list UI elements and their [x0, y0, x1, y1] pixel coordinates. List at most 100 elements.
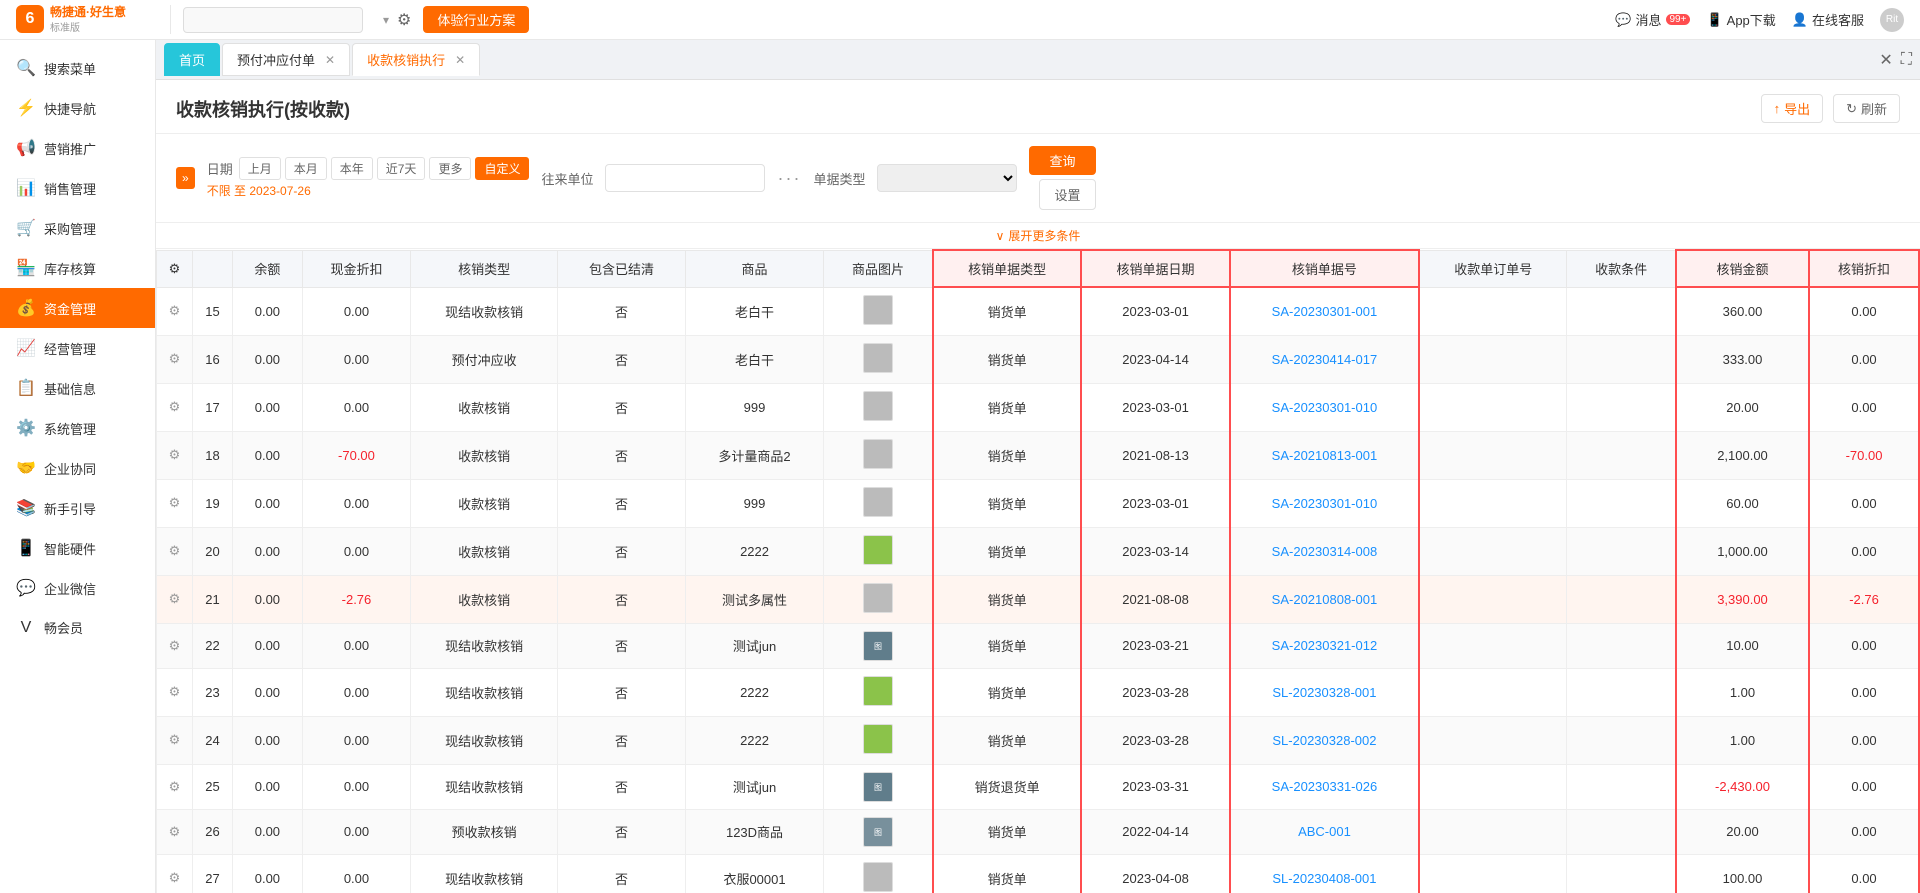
verify-doc-no-link[interactable]: SL-20230408-001: [1272, 871, 1376, 886]
cell-gear[interactable]: ⚙: [157, 716, 193, 764]
sidebar-item-operations[interactable]: 📈 经营管理: [0, 328, 155, 368]
cell-receipt-condition: [1567, 623, 1676, 668]
verify-doc-no-link[interactable]: SL-20230328-001: [1272, 685, 1376, 700]
cell-gear[interactable]: ⚙: [157, 668, 193, 716]
cell-verify-doc-no[interactable]: SL-20230328-002: [1230, 716, 1419, 764]
cell-verify-doc-no[interactable]: SA-20230414-017: [1230, 335, 1419, 383]
online-service-item[interactable]: 👤 在线客服: [1792, 10, 1864, 29]
col-balance: 余额: [233, 250, 303, 287]
sidebar-item-guide-label: 新手引导: [44, 499, 96, 518]
cell-verify-type: 收款核销: [411, 479, 558, 527]
cell-verify-doc-no[interactable]: SA-20230331-026: [1230, 764, 1419, 809]
cell-verify-doc-no[interactable]: SA-20230301-010: [1230, 479, 1419, 527]
sidebar-item-marketing[interactable]: 📢 营销推广: [0, 128, 155, 168]
verify-doc-no-link[interactable]: SA-20230321-012: [1272, 638, 1378, 653]
dropdown-icon[interactable]: ▾: [383, 13, 389, 27]
messages-item[interactable]: 💬 消息 99+: [1615, 10, 1690, 29]
sidebar-item-hardware[interactable]: 📱 智能硬件: [0, 528, 155, 568]
cell-gear[interactable]: ⚙: [157, 527, 193, 575]
sidebar-item-member[interactable]: V 畅会员: [0, 608, 155, 647]
tab-prepay-close[interactable]: ✕: [325, 53, 335, 67]
cell-verify-doc-no[interactable]: ABC-001: [1230, 809, 1419, 854]
top-search-input[interactable]: [183, 7, 363, 33]
cell-verify-discount: 0.00: [1809, 623, 1919, 668]
cell-verify-doc-no[interactable]: SA-20230321-012: [1230, 623, 1419, 668]
sidebar-item-collab[interactable]: 🤝 企业协同: [0, 448, 155, 488]
cell-gear[interactable]: ⚙: [157, 809, 193, 854]
cell-balance: 0.00: [233, 716, 303, 764]
filter-expand-arrow[interactable]: »: [176, 167, 195, 189]
industry-solution-button[interactable]: 体验行业方案: [423, 6, 529, 33]
cell-gear[interactable]: ⚙: [157, 335, 193, 383]
hardware-icon: 📱: [16, 538, 36, 558]
tab-verify-close[interactable]: ✕: [455, 53, 465, 67]
sidebar-item-sales[interactable]: 📊 销售管理: [0, 168, 155, 208]
cell-gear[interactable]: ⚙: [157, 854, 193, 893]
sidebar-item-basic[interactable]: 📋 基础信息: [0, 368, 155, 408]
date-btn-this-year[interactable]: 本年: [331, 157, 373, 180]
cell-product: 测试jun: [685, 764, 823, 809]
cell-verify-doc-no[interactable]: SA-20230301-010: [1230, 383, 1419, 431]
tab-close-all-button[interactable]: ✕: [1879, 50, 1892, 70]
date-btn-more[interactable]: 更多: [429, 157, 471, 180]
user-avatar[interactable]: Rit: [1880, 8, 1904, 32]
setting-button[interactable]: 设置: [1039, 179, 1095, 210]
tab-home[interactable]: 首页: [164, 43, 220, 76]
cell-verify-doc-type: 销货单: [933, 668, 1081, 716]
cell-gear[interactable]: ⚙: [157, 431, 193, 479]
verify-doc-no-link[interactable]: SA-20230414-017: [1272, 352, 1378, 367]
app-download-item[interactable]: 📱 App下载: [1706, 10, 1775, 29]
date-btn-last-month[interactable]: 上月: [239, 157, 281, 180]
export-button[interactable]: ↑ 导出: [1761, 94, 1824, 123]
sidebar-item-purchase[interactable]: 🛒 采购管理: [0, 208, 155, 248]
cell-verify-doc-no[interactable]: SA-20210813-001: [1230, 431, 1419, 479]
cell-gear[interactable]: ⚙: [157, 287, 193, 335]
tab-verify-label: 收款核销执行: [367, 50, 445, 69]
cell-gear[interactable]: ⚙: [157, 764, 193, 809]
date-btn-custom[interactable]: 自定义: [475, 157, 529, 180]
cell-seq: 15: [193, 287, 233, 335]
tab-prepay[interactable]: 预付冲应付单 ✕: [222, 43, 350, 76]
verify-doc-no-link[interactable]: SA-20230331-026: [1272, 779, 1378, 794]
cell-verify-doc-no[interactable]: SL-20230408-001: [1230, 854, 1419, 893]
cell-verify-doc-no[interactable]: SA-20230301-001: [1230, 287, 1419, 335]
cell-gear[interactable]: ⚙: [157, 575, 193, 623]
date-btn-7days[interactable]: 近7天: [377, 157, 426, 180]
sidebar-item-shortcut[interactable]: ⚡ 快捷导航: [0, 88, 155, 128]
tab-verify[interactable]: 收款核销执行 ✕: [352, 43, 480, 76]
refresh-icon: ↻: [1846, 101, 1857, 117]
sidebar-item-inventory[interactable]: 🏪 库存核算: [0, 248, 155, 288]
tab-fullscreen-button[interactable]: ⛶: [1901, 50, 1912, 70]
table-row: ⚙ 16 0.00 0.00 预付冲应收 否 老白干 销货单 2023-04-1…: [157, 335, 1920, 383]
sidebar-item-wechat[interactable]: 💬 企业微信: [0, 568, 155, 608]
cell-verify-doc-no[interactable]: SL-20230328-001: [1230, 668, 1419, 716]
settings-icon[interactable]: ⚙: [397, 10, 411, 30]
cell-seq: 23: [193, 668, 233, 716]
sidebar-item-finance[interactable]: 💰 资金管理: [0, 288, 155, 328]
sidebar-item-operations-label: 经营管理: [44, 339, 96, 358]
verify-doc-no-link[interactable]: SL-20230328-002: [1272, 733, 1376, 748]
verify-doc-no-link[interactable]: SA-20230301-010: [1272, 496, 1378, 511]
verify-doc-no-link[interactable]: SA-20230301-010: [1272, 400, 1378, 415]
cell-gear[interactable]: ⚙: [157, 383, 193, 431]
expand-conditions-button[interactable]: ∨ 展开更多条件: [996, 227, 1081, 244]
sidebar-item-search[interactable]: 🔍 搜索菜单: [0, 48, 155, 88]
verify-doc-no-link[interactable]: ABC-001: [1298, 824, 1351, 839]
verify-doc-no-link[interactable]: SA-20210813-001: [1272, 448, 1378, 463]
verify-doc-no-link[interactable]: SA-20210808-001: [1272, 592, 1378, 607]
counterparty-input[interactable]: [605, 164, 765, 192]
cell-includes-cleared: 否: [558, 716, 686, 764]
cell-gear[interactable]: ⚙: [157, 623, 193, 668]
doc-type-select[interactable]: [877, 164, 1017, 192]
refresh-button[interactable]: ↻ 刷新: [1833, 94, 1900, 123]
verify-doc-no-link[interactable]: SA-20230301-001: [1272, 304, 1378, 319]
cell-verify-doc-no[interactable]: SA-20230314-008: [1230, 527, 1419, 575]
sidebar-item-system[interactable]: ⚙️ 系统管理: [0, 408, 155, 448]
sidebar-item-guide[interactable]: 📚 新手引导: [0, 488, 155, 528]
cell-gear[interactable]: ⚙: [157, 479, 193, 527]
col-gear[interactable]: ⚙: [157, 250, 193, 287]
verify-doc-no-link[interactable]: SA-20230314-008: [1272, 544, 1378, 559]
cell-verify-doc-no[interactable]: SA-20210808-001: [1230, 575, 1419, 623]
query-button[interactable]: 查询: [1029, 146, 1095, 175]
date-btn-this-month[interactable]: 本月: [285, 157, 327, 180]
